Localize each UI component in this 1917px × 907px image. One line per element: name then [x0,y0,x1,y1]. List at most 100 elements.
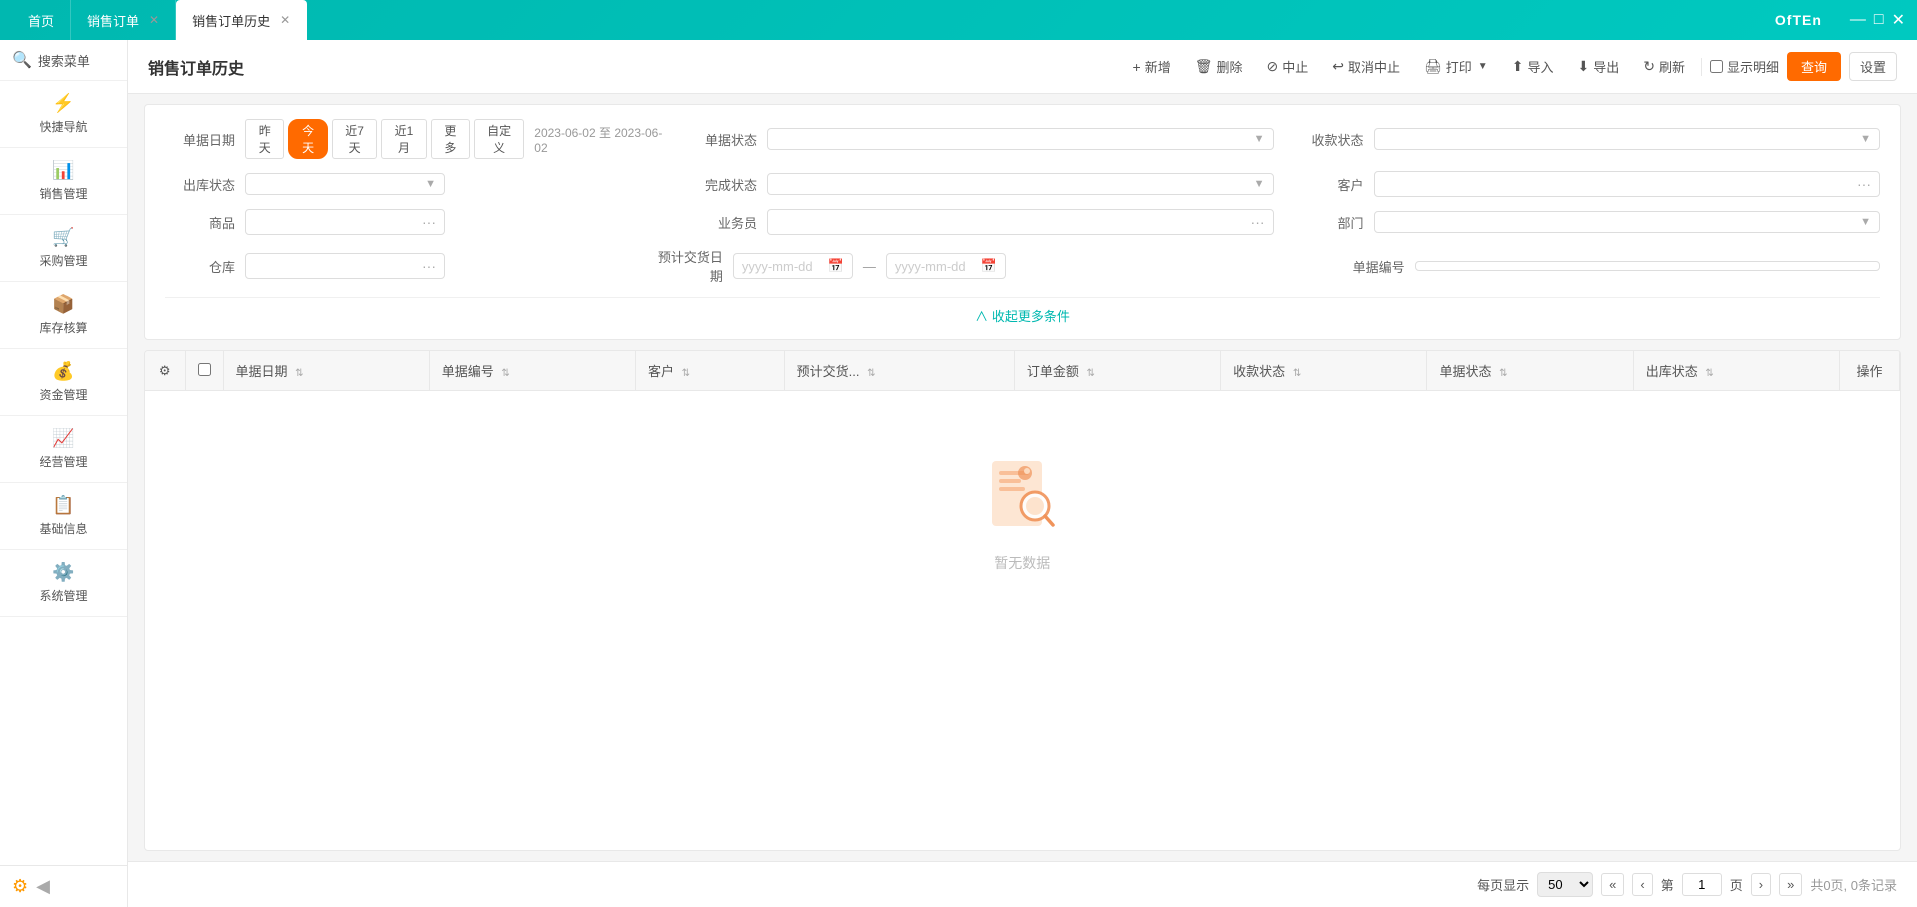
import-button[interactable]: ⬆ 导入 [1504,53,1562,80]
sidebar-item-system-management[interactable]: ⚙️ 系统管理 [0,550,127,617]
tab-sales-order-close[interactable]: ✕ [149,13,159,27]
col-date-sort-icon[interactable]: ⇅ [295,368,303,379]
customer-dots-icon[interactable]: ··· [1857,176,1871,192]
sidebar-item-label: 资金管理 [39,386,87,403]
next-page-btn[interactable]: › [1751,873,1771,896]
th-order-status[interactable]: 单据状态 ⇅ [1427,351,1633,391]
th-checkbox[interactable] [185,351,223,391]
th-order-amount[interactable]: 订单金额 ⇅ [1014,351,1220,391]
dept-label: 部门 [1294,213,1374,232]
payment-select[interactable]: ▼ [1374,128,1880,150]
date-separator: — [863,259,876,274]
col-payment-status-sort-icon[interactable]: ⇅ [1293,368,1301,379]
delivery-select[interactable]: ▼ [245,173,445,195]
cal-end-icon: 📅 [981,258,997,274]
query-button[interactable]: 查询 [1787,52,1841,81]
sidebar-item-operation-management[interactable]: 📈 经营管理 [0,416,127,483]
delivery-arrow-icon: ▼ [425,178,436,190]
collapse-btn[interactable]: ∧ 收起更多条件 [975,309,1070,324]
date-btn-7days[interactable]: 近7天 [332,119,377,159]
prev-page-btn[interactable]: ‹ [1632,873,1652,896]
warehouse-input[interactable]: ··· [245,253,445,279]
col-customer-sort-icon[interactable]: ⇅ [682,368,690,379]
refresh-button[interactable]: ↻ 刷新 [1635,53,1693,80]
tab-sales-history[interactable]: 销售订单历史 ✕ [176,0,307,40]
maximize-btn[interactable]: □ [1874,11,1884,29]
page-size-select[interactable]: 10 20 50 100 [1537,872,1593,897]
col-delivery-status-sort-icon[interactable]: ⇅ [1705,368,1713,379]
payment-arrow-icon: ▼ [1860,133,1871,145]
col-date-label: 单据日期 [236,364,288,379]
status-label: 单据状态 [687,130,767,149]
col-settings-icon[interactable]: ⚙ [159,363,171,378]
window-controls: OfTEn — □ ✕ [1775,10,1905,30]
goods-dots-icon[interactable]: ··· [422,214,436,230]
th-delivery-status[interactable]: 出库状态 ⇅ [1633,351,1839,391]
select-all-checkbox[interactable] [198,363,211,376]
content-area: 销售订单历史 + 新增 🗑 删除 ⊘ 中止 ↩ 取消中止 [128,40,1917,907]
th-customer[interactable]: 客户 ⇅ [636,351,785,391]
col-order-no-sort-icon[interactable]: ⇅ [501,368,509,379]
date-btn-more[interactable]: 更多 [431,119,470,159]
minimize-btn[interactable]: — [1850,11,1866,29]
sidebar-item-purchase-management[interactable]: 🛒 采购管理 [0,215,127,282]
th-order-no[interactable]: 单据编号 ⇅ [429,351,635,391]
sidebar-item-quick-nav[interactable]: ⚡ 快捷导航 [0,81,127,148]
first-page-btn[interactable]: « [1601,873,1624,896]
salesman-dots-icon[interactable]: ··· [1251,214,1265,230]
tab-sales-history-close[interactable]: ✕ [280,13,290,27]
th-expected-delivery[interactable]: 预计交货... ⇅ [784,351,1014,391]
export-button[interactable]: ⬇ 导出 [1569,53,1627,80]
dept-arrow-icon: ▼ [1860,216,1871,228]
th-date[interactable]: 单据日期 ⇅ [223,351,429,391]
date-btn-yesterday[interactable]: 昨天 [245,119,284,159]
salesman-input[interactable]: ··· [767,209,1273,235]
col-order-status-sort-icon[interactable]: ⇅ [1499,368,1507,379]
sidebar-item-sales-management[interactable]: 📊 销售管理 [0,148,127,215]
sidebar: 🔍 搜索菜单 ⚡ 快捷导航 📊 销售管理 🛒 采购管理 📦 库存核算 💰 资金管… [0,40,128,907]
date-btn-1month[interactable]: 近1月 [381,119,426,159]
current-page-input[interactable] [1682,873,1722,896]
complete-select[interactable]: ▼ [767,173,1273,195]
customer-input[interactable]: ··· [1374,171,1880,197]
collapse-icon: ∧ [975,309,988,324]
status-select[interactable]: ▼ [767,128,1273,150]
date-btn-today[interactable]: 今天 [288,119,327,159]
sidebar-item-search-menu[interactable]: 🔍 搜索菜单 [0,40,127,81]
show-columns-checkbox[interactable] [1710,60,1723,73]
dept-select[interactable]: ▼ [1374,211,1880,233]
sidebar-item-basic-info[interactable]: 📋 基础信息 [0,483,127,550]
cancel-stop-button[interactable]: ↩ 取消中止 [1324,53,1408,80]
col-expected-delivery-sort-icon[interactable]: ⇅ [867,368,875,379]
th-settings[interactable]: ⚙ [145,351,185,391]
date-label: 单据日期 [165,130,245,149]
tab-sales-order[interactable]: 销售订单 ✕ [71,0,176,40]
cancel-stop-icon: ↩ [1332,58,1344,75]
col-order-amount-label: 订单金额 [1027,364,1079,379]
expected-date-start[interactable]: yyyy-mm-dd 📅 [733,253,853,279]
sidebar-item-inventory[interactable]: 📦 库存核算 [0,282,127,349]
delete-button[interactable]: 🗑 删除 [1187,53,1251,80]
delete-icon: 🗑 [1195,58,1213,75]
print-button[interactable]: 🖨 打印 ▼ [1416,53,1496,80]
sidebar-gear-btn[interactable]: ⚙ [12,876,28,897]
stop-button[interactable]: ⊘ 中止 [1259,53,1317,80]
sidebar-item-funds-management[interactable]: 💰 资金管理 [0,349,127,416]
last-page-btn[interactable]: » [1779,873,1802,896]
show-columns-check[interactable]: 显示明细 [1710,57,1779,76]
close-btn[interactable]: ✕ [1892,10,1905,30]
col-customer-label: 客户 [648,364,674,379]
sidebar-collapse-btn[interactable]: ◀ [36,876,50,897]
total-info: 共0页, 0条记录 [1810,875,1897,894]
settings-button[interactable]: 设置 [1849,52,1897,81]
col-order-amount-sort-icon[interactable]: ⇅ [1087,368,1095,379]
last-page-icon: » [1787,877,1794,892]
goods-input[interactable]: ··· [245,209,445,235]
add-button[interactable]: + 新增 [1125,53,1179,80]
th-payment-status[interactable]: 收款状态 ⇅ [1221,351,1427,391]
date-btn-custom[interactable]: 自定义 [474,119,524,159]
expected-date-end[interactable]: yyyy-mm-dd 📅 [886,253,1006,279]
order-no-input[interactable] [1415,261,1880,271]
tab-home[interactable]: 首页 [12,0,71,40]
warehouse-dots-icon[interactable]: ··· [422,258,436,274]
